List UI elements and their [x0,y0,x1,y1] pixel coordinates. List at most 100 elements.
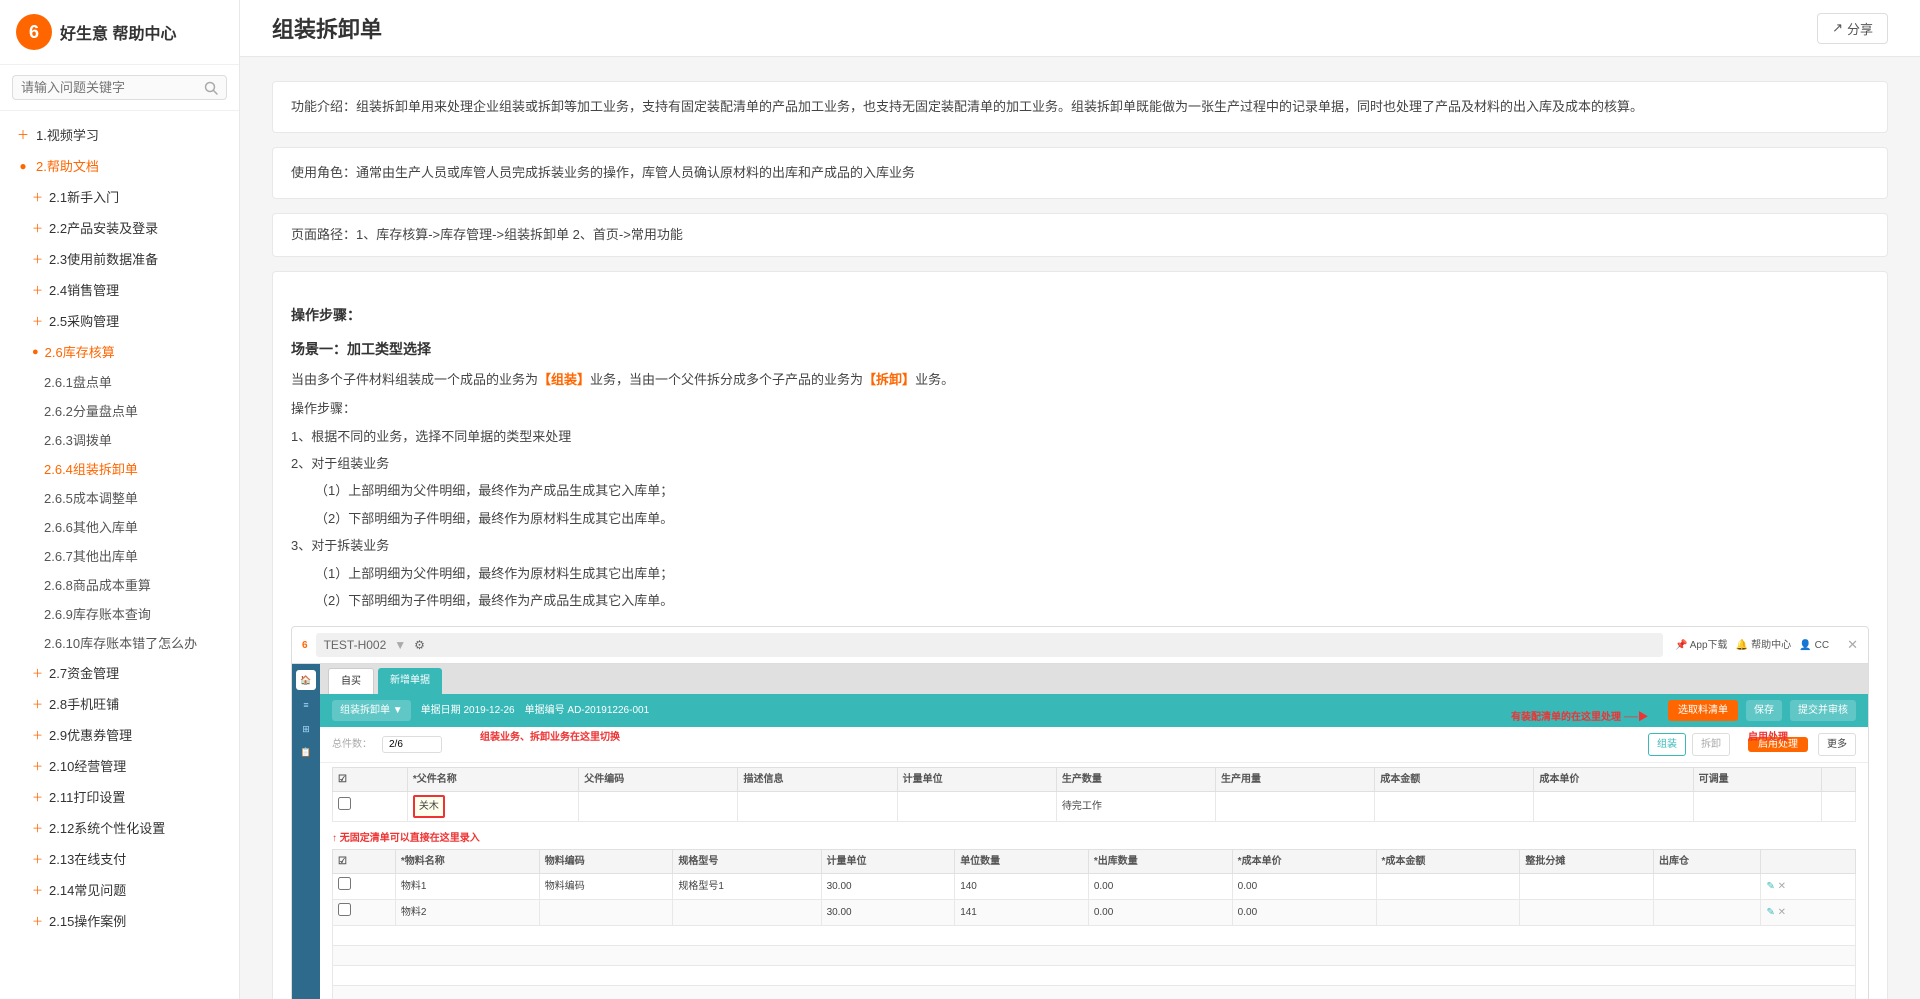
plus-icon: ＋ [16,128,30,142]
step2-1: （1）上部明细为父件明细，最终作为产成品生成其它入库单； [315,479,1869,502]
intro-text: 功能介绍：组装拆卸单用来处理企业组装或拆卸等加工业务，支持有固定装配清单的产品加… [291,99,1643,114]
nav-item-label: 2.5采购管理 [49,311,119,330]
tab-self-buy[interactable]: 自买 [328,668,374,694]
th-unit2: 计量单位 [821,850,955,874]
sidebar-item-other-in[interactable]: 2.6.6其他入库单 [0,512,239,541]
steps-box: 操作步骤： 场景一：加工类型选择 当由多个子件材料组装成一个成品的业务为【组装】… [272,271,1888,999]
close-icon[interactable]: ✕ [1847,634,1858,656]
th-material-code: 物料编码 [539,850,673,874]
nav-group-docs-label: 2.帮助文档 [36,156,99,175]
parent-check[interactable] [333,792,408,822]
sidebar-item-coupon[interactable]: ＋ 2.9优惠券管理 [0,719,239,750]
sidebar-item-partial-stocktake[interactable]: 2.6.2分量盘点单 [0,396,239,425]
sidebar-item-install[interactable]: ＋ 2.2产品安装及登录 [0,212,239,243]
sidebar-item-data-prep[interactable]: ＋ 2.3使用前数据准备 [0,243,239,274]
step1: 1、根据不同的业务，选择不同单据的类型来处理 [291,425,1869,448]
parent-row-1: 关木 待完工作 [333,792,1856,822]
btn-save[interactable]: 保存 [1746,700,1782,721]
tab-new-order[interactable]: 新增单据 [378,668,442,694]
search-input[interactable] [21,80,204,95]
sidebar-item-ops[interactable]: ＋ 2.10经营管理 [0,750,239,781]
btn-submit[interactable]: 提交并审核 [1790,700,1856,721]
sidebar-item-inventory[interactable]: ● 2.6库存核算 [0,336,239,367]
sidebar-item-cost-recalc[interactable]: 2.6.8商品成本重算 [0,570,239,599]
nav-item-label: 2.14常见问题 [49,880,126,899]
order-type-select[interactable]: 组装拆卸单 ▼ [332,700,411,721]
sidebar-item-purchase[interactable]: ＋ 2.5采购管理 [0,305,239,336]
th-warehouse: 出库仓 [1654,850,1761,874]
sidebar-item-cases[interactable]: ＋ 2.15操作案例 [0,905,239,936]
th-material-name: *物料名称 [395,850,539,874]
screenshot-container: 6 TEST-H002 ▼ ⚙ 📌 App下载 🔔 帮助中心 👤 CC ✕ [291,626,1869,999]
app-tabs: 自买 新增单据 [320,664,1868,694]
nav-item-label: 2.10经营管理 [49,756,126,775]
sidebar-item-mobile[interactable]: ＋ 2.8手机旺铺 [0,688,239,719]
nav-group-video-label: 1.视频学习 [36,125,99,144]
th-avail: 可调量 [1693,768,1821,792]
sidebar-item-other-out[interactable]: 2.6.7其他出库单 [0,541,239,570]
total-qty-input[interactable] [382,736,442,753]
sidebar-item-new-users[interactable]: ＋ 2.1新手入门 [0,181,239,212]
total-qty-label: 总件数： [332,736,372,753]
nav-group-docs-header[interactable]: ● 2.帮助文档 [0,150,239,181]
parent-name[interactable]: 关木 [407,792,578,822]
sidebar-item-cost-adj[interactable]: 2.6.5成本调整单 [0,483,239,512]
search-icon [204,81,218,95]
top-bar: 组装拆卸单 ↗ 分享 [240,0,1920,57]
nav-item-label: 2.1新手入门 [49,187,119,206]
step3-1: （1）上部明细为父件明细，最终作为原材料生成其它出库单； [315,562,1869,585]
sidebar-item-assembly[interactable]: 2.6.4组装拆卸单 [0,454,239,483]
sidebar-item-stocktake[interactable]: 2.6.1盘点单 [0,367,239,396]
prod-status: 待完工作 [1056,792,1215,822]
role-text: 使用角色：通常由生产人员或库管人员完成拆装业务的操作，库管人员确认原材料的出库和… [291,165,915,180]
th-unit: 计量单位 [897,768,1056,792]
step3-2: （2）下部明细为子件明细，最终作为产成品生成其它入库单。 [315,589,1869,612]
sub-row-3 [333,926,1856,946]
btn-more[interactable]: 更多 [1818,733,1856,756]
url-text: TEST-H002 [324,635,387,655]
nav-item-label: 2.9优惠券管理 [49,725,132,744]
sub-row-4 [333,946,1856,966]
share-button[interactable]: ↗ 分享 [1817,13,1888,44]
sidebar-item-personalize[interactable]: ＋ 2.12系统个性化设置 [0,812,239,843]
assembly-toggle[interactable]: 组装 [1648,733,1686,756]
nav-item-label: 2.12系统个性化设置 [49,818,165,837]
path-text: 页面路径：1、库存核算->库存管理->组装拆卸单 2、首页->常用功能 [291,227,683,242]
sidebar-item-transfer[interactable]: 2.6.3调拨单 [0,425,239,454]
search-area [0,65,239,111]
th-unit-qty: 单位数量 [955,850,1089,874]
th-check: ☑ [333,768,408,792]
btn-bom[interactable]: 选取料清单 [1668,700,1738,721]
home-icon: 🏠 [296,670,316,690]
logo-icon: 6 [16,14,52,50]
sidebar-item-inventory-ledger[interactable]: 2.6.9库存账本查询 [0,599,239,628]
sidebar-item-faq[interactable]: ＋ 2.14常见问题 [0,874,239,905]
annotation-enable: 启用处理 [1748,729,1788,746]
nav-icon2: ⊞ [302,722,310,737]
share-icon: ↗ [1832,20,1843,36]
nav-group-video: ＋ 1.视频学习 [0,119,239,150]
role-box: 使用角色：通常由生产人员或库管人员完成拆装业务的操作，库管人员确认原材料的出库和… [272,147,1888,199]
th-prod-use: 生产用量 [1216,768,1375,792]
main-content: 组装拆卸单 ↗ 分享 功能介绍：组装拆卸单用来处理企业组装或拆卸等加工业务，支持… [240,0,1920,999]
minus-icon: ● [16,159,30,173]
parent-table: ☑ *父件名称 父件编码 描述信息 计量单位 生产数量 生产用量 [332,767,1856,822]
annotation-toggle: 组装业务、拆卸业务在这里切换 [480,729,620,746]
nav-item-label: 2.13在线支付 [49,849,126,868]
sub-table-area: ↑ 无固定清单可以直接在这里录入 ☑ *物料名称 物料编码 [320,826,1868,999]
th-spec: 规格型号 [673,850,821,874]
sidebar-item-print[interactable]: ＋ 2.11打印设置 [0,781,239,812]
th-alloc: 整批分摊 [1520,850,1654,874]
sidebar-item-sales[interactable]: ＋ 2.4销售管理 [0,274,239,305]
scene1-desc: 当由多个子件材料组装成一个成品的业务为【组装】业务，当由一个父件拆分成多个子产品… [291,368,1869,391]
parent-table-area: ☑ *父件名称 父件编码 描述信息 计量单位 生产数量 生产用量 [320,763,1868,826]
sidebar-item-finance[interactable]: ＋ 2.7资金管理 [0,657,239,688]
sidebar-item-payment[interactable]: ＋ 2.13在线支付 [0,843,239,874]
steps-label: 操作步骤： [291,397,1869,420]
disassembly-toggle[interactable]: 拆卸 [1692,733,1730,756]
sidebar-item-ledger-fix[interactable]: 2.6.10库存账本错了怎么办 [0,628,239,657]
nav-group-docs: ● 2.帮助文档 ＋ 2.1新手入门 ＋ 2.2产品安装及登录 ＋ 2.3使用前… [0,150,239,936]
top-icons: 📌 App下载 🔔 帮助中心 👤 CC [1675,637,1829,654]
sub-row-5 [333,966,1856,986]
nav-group-video-header[interactable]: ＋ 1.视频学习 [0,119,239,150]
